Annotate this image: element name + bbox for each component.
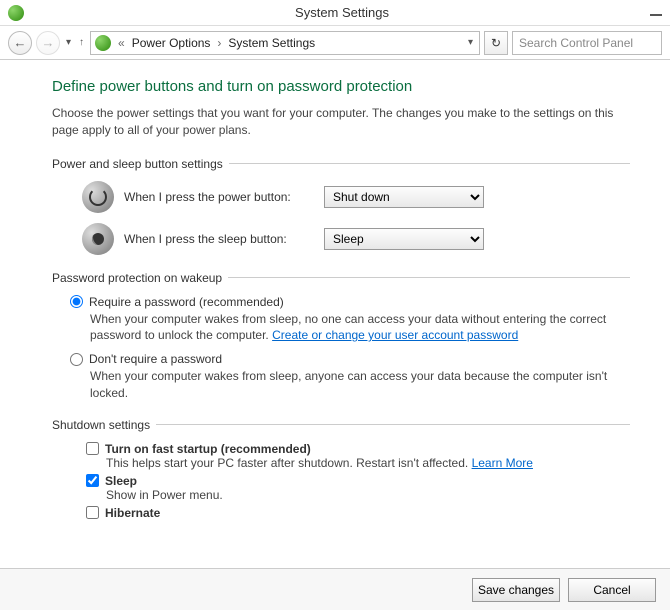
save-button[interactable]: Save changes	[472, 578, 560, 602]
radio-description: When your computer wakes from sleep, no …	[90, 311, 630, 345]
checkbox-hibernate: Hibernate	[86, 506, 630, 520]
power-button-select[interactable]: Shut down	[324, 186, 484, 208]
power-button-row: When I press the power button: Shut down	[82, 181, 630, 213]
checkbox-label: Sleep	[105, 474, 137, 488]
up-button[interactable]: ↑	[77, 37, 86, 48]
breadcrumb[interactable]: System Settings	[228, 36, 315, 50]
sleep-button-label: When I press the sleep button:	[124, 232, 314, 246]
section-header-shutdown: Shutdown settings	[52, 418, 630, 432]
address-bar[interactable]: « Power Options › System Settings ▾	[90, 31, 480, 55]
page-title: Define power buttons and turn on passwor…	[52, 78, 630, 95]
forward-button[interactable]: →	[36, 31, 60, 55]
change-password-link[interactable]: Create or change your user account passw…	[272, 328, 518, 342]
checkbox-description: Show in Power menu.	[106, 488, 630, 502]
power-icon	[82, 181, 114, 213]
footer-bar: Save changes Cancel	[0, 568, 670, 610]
crumb-sep-icon: ›	[214, 36, 224, 50]
location-icon	[95, 35, 111, 51]
checkbox-fast-startup: Turn on fast startup (recommended) This …	[86, 442, 630, 470]
radio-label: Require a password (recommended)	[89, 295, 284, 309]
search-placeholder: Search Control Panel	[519, 36, 633, 50]
breadcrumb[interactable]: Power Options	[132, 36, 211, 50]
title-bar: System Settings	[0, 0, 670, 26]
learn-more-link[interactable]: Learn More	[472, 456, 533, 470]
section-header-power: Power and sleep button settings	[52, 157, 630, 171]
search-input[interactable]: Search Control Panel	[512, 31, 662, 55]
checkbox-label: Turn on fast startup (recommended)	[105, 442, 311, 456]
radio-no-password-input[interactable]	[70, 353, 83, 366]
section-header-password: Password protection on wakeup	[52, 271, 630, 285]
checkbox-label: Hibernate	[105, 506, 160, 520]
minimize-icon[interactable]	[650, 14, 662, 16]
checkbox-sleep-input[interactable]	[86, 474, 99, 487]
radio-require-password-input[interactable]	[70, 295, 83, 308]
content-area: Define power buttons and turn on passwor…	[0, 60, 670, 568]
page-subtext: Choose the power settings that you want …	[52, 105, 630, 139]
nav-bar: ← → ▾ ↑ « Power Options › System Setting…	[0, 26, 670, 60]
chevron-down-icon[interactable]: ▾	[466, 37, 475, 48]
sleep-icon	[82, 223, 114, 255]
sleep-button-row: When I press the sleep button: Sleep	[82, 223, 630, 255]
back-button[interactable]: ←	[8, 31, 32, 55]
app-icon	[8, 5, 24, 21]
recent-chevron-icon[interactable]: ▾	[64, 37, 73, 48]
radio-label: Don't require a password	[89, 352, 222, 366]
checkbox-sleep: Sleep Show in Power menu.	[86, 474, 630, 502]
checkbox-description: This helps start your PC faster after sh…	[106, 456, 630, 470]
checkbox-fast-startup-input[interactable]	[86, 442, 99, 455]
power-button-label: When I press the power button:	[124, 190, 314, 204]
sleep-button-select[interactable]: Sleep	[324, 228, 484, 250]
radio-require-password: Require a password (recommended) When yo…	[70, 295, 630, 345]
cancel-button[interactable]: Cancel	[568, 578, 656, 602]
back-crumb-icon[interactable]: «	[115, 36, 128, 50]
window-title: System Settings	[34, 5, 650, 20]
refresh-button[interactable]: ↻	[484, 31, 508, 55]
radio-description: When your computer wakes from sleep, any…	[90, 368, 630, 402]
radio-no-password: Don't require a password When your compu…	[70, 352, 630, 402]
window-controls	[650, 10, 662, 16]
checkbox-hibernate-input[interactable]	[86, 506, 99, 519]
